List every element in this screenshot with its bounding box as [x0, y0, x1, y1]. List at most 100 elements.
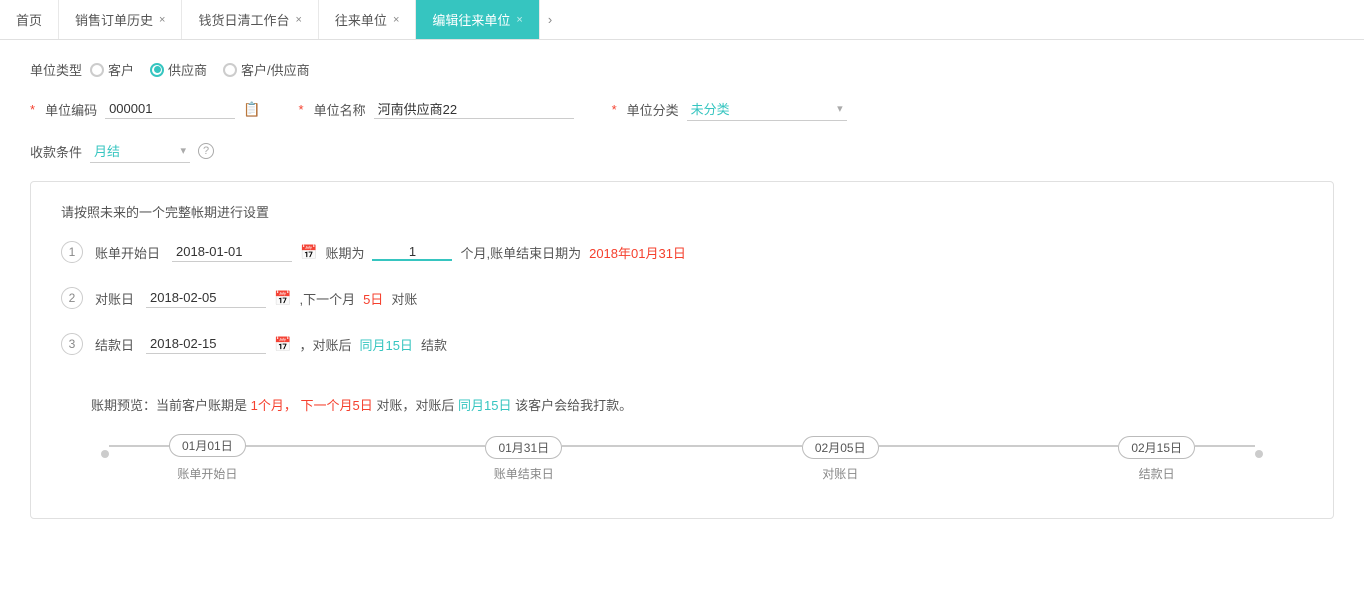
- unit-category-select[interactable]: 未分类 ▾: [687, 97, 847, 121]
- radio-customer[interactable]: 客户: [90, 60, 134, 79]
- tab-partner-unit[interactable]: 往来单位 ×: [319, 0, 416, 39]
- main-content: 单位类型 客户 供应商 客户/供应商 * 单位编码 📋 * 单位名称 * 单位分…: [0, 40, 1364, 608]
- tab-label-home: 首页: [16, 10, 42, 29]
- star-name: *: [299, 102, 304, 117]
- calendar-icon-2[interactable]: 📅: [274, 290, 291, 307]
- unit-name-input[interactable]: [374, 99, 574, 119]
- timeline-node-label-4: 结款日: [1139, 465, 1175, 482]
- copy-icon[interactable]: 📋: [243, 101, 260, 118]
- tab-scroll-arrow[interactable]: ›: [540, 0, 560, 39]
- timeline-badge-1: 01月01日: [169, 434, 246, 457]
- period-settings-card: 请按照未来的一个完整帐期进行设置 1 账单开始日 📅 账期为 个月,账单结束日期…: [30, 181, 1334, 519]
- period-prefix: 账期为: [325, 243, 364, 262]
- unit-type-row: 单位类型 客户 供应商 客户/供应商: [30, 60, 1334, 79]
- timeline-line-4: [879, 445, 1119, 447]
- preview-part2: 下一个月5日: [301, 398, 373, 413]
- timeline-end-dot: [1255, 450, 1263, 482]
- close-icon-partner[interactable]: ×: [393, 14, 399, 26]
- step-label-3: 结款日: [95, 335, 134, 354]
- step-row-1: 1 账单开始日 📅 账期为 个月,账单结束日期为 2018年01月31日: [61, 241, 1303, 263]
- close-icon-cash[interactable]: ×: [295, 14, 301, 26]
- unit-type-radio-group: 客户 供应商 客户/供应商: [90, 60, 310, 79]
- period-unit: 个月,账单结束日期为: [460, 243, 581, 262]
- step-num-3: 3: [61, 333, 83, 355]
- tab-home[interactable]: 首页: [0, 0, 59, 39]
- preview-part4: 同月15日: [458, 398, 511, 413]
- period-value-input[interactable]: [372, 244, 452, 261]
- step2-suffix-prefix: ,下一个月: [299, 289, 355, 308]
- tab-sales-history[interactable]: 销售订单历史 ×: [59, 0, 182, 39]
- timeline-node-2: 01月31日 账单结束日: [485, 436, 562, 482]
- payment-terms-select[interactable]: 月结 ▾: [90, 139, 190, 163]
- timeline-line-2: [246, 445, 486, 447]
- unit-name-label: 单位名称: [314, 100, 366, 119]
- step3-suffix-highlight: 同月15日: [359, 335, 412, 354]
- timeline-node-label-1: 账单开始日: [177, 465, 237, 482]
- step3-date-input[interactable]: [146, 334, 266, 354]
- step-num-1: 1: [61, 241, 83, 263]
- unit-info-row: * 单位编码 📋 * 单位名称 * 单位分类 未分类 ▾: [30, 97, 1334, 121]
- step3-suffix-prefix: ，对账后: [299, 335, 351, 354]
- preview-label: 账期预览：当前客户账期是: [91, 398, 247, 413]
- step2-suffix-end: 对账: [391, 289, 417, 308]
- preview-part5: 该客户会给我打款。: [515, 398, 632, 413]
- tabs-bar: 首页 销售订单历史 × 钱货日清工作台 × 往来单位 × 编辑往来单位 × ›: [0, 0, 1364, 40]
- timeline-node-label-2: 账单结束日: [494, 465, 554, 482]
- step-content-3: 📅 ，对账后 同月15日 结款: [146, 334, 447, 354]
- calendar-icon-1[interactable]: 📅: [300, 244, 317, 261]
- timeline-badge-4: 02月15日: [1118, 436, 1195, 459]
- tab-cash-work[interactable]: 钱货日清工作台 ×: [182, 0, 318, 39]
- preview-section: 账期预览：当前客户账期是 1个月， 下一个月5日 对账，对账后 同月15日 该客…: [61, 379, 1303, 498]
- tab-label-cash-work: 钱货日清工作台: [198, 10, 289, 29]
- period-end-date: 2018年01月31日: [589, 243, 686, 262]
- payment-terms-label: 收款条件: [30, 142, 82, 161]
- star-category: *: [612, 102, 617, 117]
- step2-suffix-highlight: 5日: [363, 289, 383, 308]
- step-row-3: 3 结款日 📅 ，对账后 同月15日 结款: [61, 333, 1303, 355]
- preview-text: 账期预览：当前客户账期是 1个月， 下一个月5日 对账，对账后 同月15日 该客…: [91, 395, 1273, 414]
- radio-label-customer: 客户: [108, 60, 134, 79]
- star-code: *: [30, 102, 35, 117]
- timeline-node-label-3: 对账日: [822, 465, 858, 482]
- radio-circle-cs: [223, 63, 237, 77]
- timeline-badge-2: 01月31日: [485, 436, 562, 459]
- tab-label-partner-unit: 往来单位: [335, 10, 387, 29]
- chevron-down-icon-2: ▾: [180, 144, 186, 157]
- step1-date-input[interactable]: [172, 242, 292, 262]
- step-num-2: 2: [61, 287, 83, 309]
- timeline-node-1: 01月01日 账单开始日: [169, 434, 246, 482]
- unit-category-value: 未分类: [691, 99, 837, 118]
- radio-circle-customer: [90, 63, 104, 77]
- preview-part3: 对账，对账后: [376, 398, 454, 413]
- step-label-2: 对账日: [95, 289, 134, 308]
- timeline-start-dot: [101, 450, 109, 482]
- timeline-container: 01月01日 账单开始日 01月31日 账单结束日 02月05日 对账日: [91, 434, 1273, 482]
- timeline-line-1: [109, 445, 169, 447]
- tab-label-edit-partner: 编辑往来单位: [432, 10, 510, 29]
- close-icon-sales[interactable]: ×: [159, 14, 165, 26]
- payment-terms-value: 月结: [94, 141, 180, 160]
- radio-customer-supplier[interactable]: 客户/供应商: [223, 60, 310, 79]
- radio-label-cs: 客户/供应商: [241, 60, 310, 79]
- unit-category-label: 单位分类: [627, 100, 679, 119]
- radio-label-supplier: 供应商: [168, 60, 207, 79]
- unit-code-input[interactable]: [105, 99, 235, 119]
- help-icon[interactable]: ?: [198, 143, 214, 159]
- radio-supplier[interactable]: 供应商: [150, 60, 207, 79]
- preview-part1: 1个月，: [251, 398, 297, 413]
- step2-date-input[interactable]: [146, 288, 266, 308]
- step-content-1: 📅 账期为 个月,账单结束日期为 2018年01月31日: [172, 242, 686, 262]
- step-content-2: 📅 ,下一个月 5日 对账: [146, 288, 417, 308]
- tab-edit-partner[interactable]: 编辑往来单位 ×: [416, 0, 539, 39]
- step-label-1: 账单开始日: [95, 243, 160, 262]
- calendar-icon-3[interactable]: 📅: [274, 336, 291, 353]
- card-title: 请按照未来的一个完整帐期进行设置: [61, 202, 1303, 221]
- timeline-line-5: [1195, 445, 1255, 447]
- unit-type-label: 单位类型: [30, 60, 82, 79]
- step-row-2: 2 对账日 📅 ,下一个月 5日 对账: [61, 287, 1303, 309]
- timeline-node-3: 02月05日 对账日: [802, 436, 879, 482]
- radio-circle-supplier: [150, 63, 164, 77]
- timeline-badge-3: 02月05日: [802, 436, 879, 459]
- tab-label-sales-history: 销售订单历史: [75, 10, 153, 29]
- close-icon-edit-partner[interactable]: ×: [516, 14, 522, 26]
